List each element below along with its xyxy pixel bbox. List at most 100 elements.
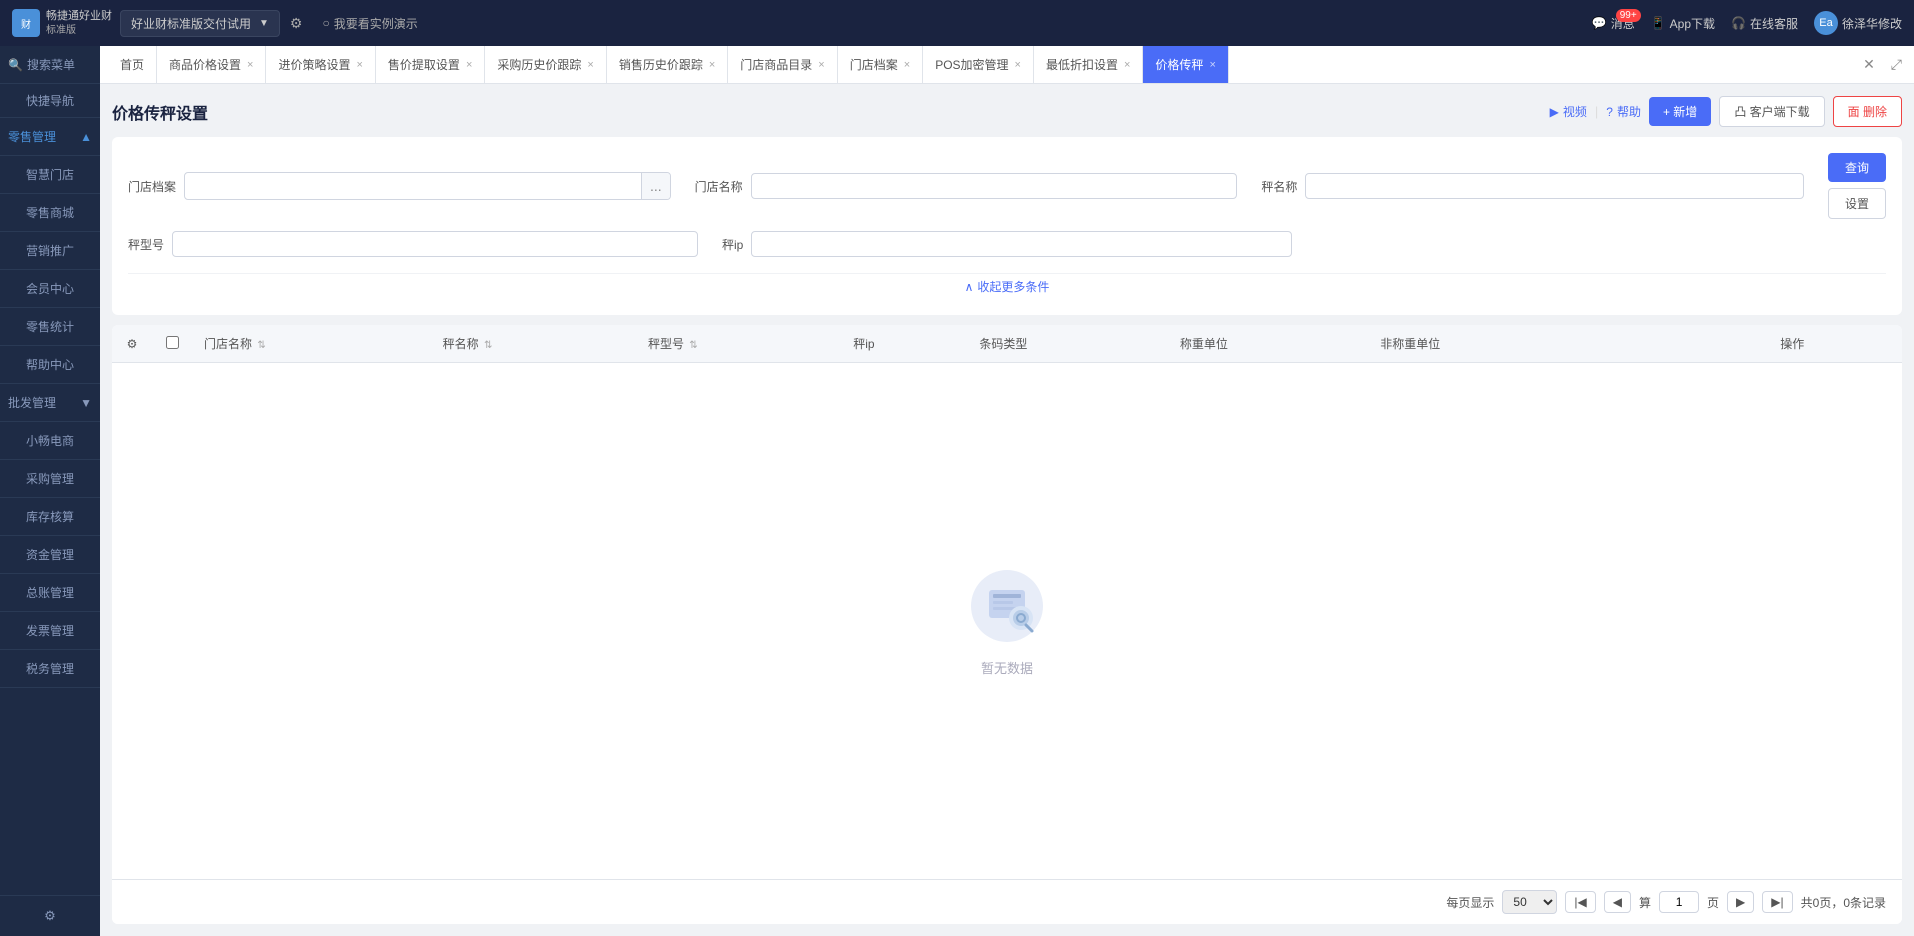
tab-store-archive[interactable]: 门店档案 × [838, 46, 923, 84]
store-archive-dots-button[interactable]: ... [641, 173, 670, 199]
sidebar-item-wholesale[interactable]: 批发管理 ▼ [0, 384, 100, 422]
store-name-field: 门店名称 [695, 173, 1238, 199]
th-checkbox [152, 325, 192, 363]
close-icon[interactable]: × [1124, 59, 1130, 71]
expand-icon: ▼ [80, 396, 92, 410]
first-page-button[interactable]: |◀ [1565, 891, 1595, 913]
sidebar-item-ecommerce[interactable]: 小畅电商 [0, 422, 100, 460]
close-icon[interactable]: × [1209, 59, 1215, 71]
user-menu-button[interactable]: Ea 徐泽华修改 [1814, 11, 1902, 35]
sidebar-item-help[interactable]: 帮助中心 [0, 346, 100, 384]
form-row-2: 秤型号 秤ip [128, 231, 1886, 257]
store-name-input[interactable] [751, 173, 1238, 199]
tab-store-catalog[interactable]: 门店商品目录 × [728, 46, 837, 84]
add-button[interactable]: + 新增 [1649, 97, 1711, 126]
set-button[interactable]: 设置 [1828, 188, 1886, 219]
sidebar-item-inventory[interactable]: 库存核算 [0, 498, 100, 536]
top-header: 财 畅捷通好业财 标准版 好业财标准版交付试用 ▼ ⚙ ○ 我要看实例演示 💬 … [0, 0, 1914, 46]
help-link[interactable]: ? 帮助 [1606, 103, 1641, 120]
th-gear: ⚙ [112, 325, 152, 363]
sidebar-item-general-ledger[interactable]: 总账管理 [0, 574, 100, 612]
sidebar: 🔍 搜索菜单 快捷导航 零售管理 ▲ 智慧门店 零售商城 营销推广 会员中心 零… [0, 46, 100, 936]
store-archive-input-group: ... [184, 172, 671, 200]
message-icon: 💬 [1592, 16, 1607, 30]
tab-purchase-history[interactable]: 采购历史价跟踪 × [485, 46, 606, 84]
video-link[interactable]: ▶ 视频 [1550, 103, 1587, 120]
sort-icon[interactable]: ⇅ [257, 340, 265, 351]
scale-ip-input[interactable] [751, 231, 1292, 257]
sidebar-item-finance[interactable]: 资金管理 [0, 536, 100, 574]
close-icon[interactable]: × [818, 59, 824, 71]
scale-name-field: 秤名称 [1261, 173, 1804, 199]
close-icon[interactable]: × [904, 59, 910, 71]
logo-icon: 财 [12, 9, 40, 37]
tab-sale-price[interactable]: 售价提取设置 × [376, 46, 485, 84]
tab-sales-history[interactable]: 销售历史价跟踪 × [607, 46, 728, 84]
pagination: 每页显示 50 100 200 |◀ ◀ 算 页 ▶ ▶| 共0页，0条记录 [112, 879, 1902, 924]
download-button[interactable]: 凸 客户端下载 [1719, 96, 1824, 127]
tab-pos-management[interactable]: POS加密管理 × [923, 46, 1034, 84]
scale-model-field: 秤型号 [128, 231, 698, 257]
th-action: 操作 [1768, 325, 1902, 363]
next-page-button[interactable]: ▶ [1727, 891, 1754, 913]
sidebar-item-smart-store[interactable]: 智慧门店 [0, 156, 100, 194]
selector-gear-button[interactable]: ⚙ [286, 11, 307, 36]
tab-home[interactable]: 首页 [108, 46, 157, 84]
table-container: ⚙ 门店名称 ⇅ 秤名称 [112, 325, 1902, 924]
sidebar-item-tax[interactable]: 税务管理 [0, 650, 100, 688]
sidebar-item-retail[interactable]: 零售管理 ▲ [0, 118, 100, 156]
message-button[interactable]: 💬 消息 99+ [1592, 15, 1635, 32]
sidebar-item-retail-stats[interactable]: 零售统计 [0, 308, 100, 346]
th-scale-model: 秤型号 ⇅ [636, 325, 841, 363]
sort-icon[interactable]: ⇅ [484, 340, 492, 351]
th-weight-unit: 称重单位 [1168, 325, 1368, 363]
logo-area: 财 畅捷通好业财 标准版 [12, 9, 112, 37]
tab-purchase-strategy[interactable]: 进价策略设置 × [266, 46, 375, 84]
sidebar-item-online-retail[interactable]: 零售商城 [0, 194, 100, 232]
sort-icon[interactable]: ⇅ [689, 340, 697, 351]
close-icon[interactable]: × [587, 59, 593, 71]
close-icon[interactable]: × [1015, 59, 1021, 71]
sidebar-settings-button[interactable]: ⚙ [0, 895, 100, 936]
demo-button[interactable]: ○ 我要看实例演示 [322, 15, 417, 32]
sidebar-quick-nav[interactable]: 快捷导航 [0, 84, 100, 118]
scale-name-input[interactable] [1305, 173, 1804, 199]
table-gear-icon[interactable]: ⚙ [127, 337, 138, 351]
expand-tab-button[interactable]: ⤢ [1887, 54, 1906, 75]
scale-model-label: 秤型号 [128, 236, 164, 253]
empty-text: 暂无数据 [981, 658, 1033, 677]
page-number-input[interactable] [1659, 891, 1699, 913]
sidebar-search[interactable]: 🔍 搜索菜单 [0, 46, 100, 84]
close-tab-button[interactable]: ✕ [1859, 54, 1879, 75]
sidebar-item-marketing[interactable]: 营销推广 [0, 232, 100, 270]
tab-min-discount[interactable]: 最低折扣设置 × [1034, 46, 1143, 84]
close-icon[interactable]: × [709, 59, 715, 71]
close-icon[interactable]: × [356, 59, 362, 71]
query-button[interactable]: 查询 [1828, 153, 1886, 182]
page-size-select[interactable]: 50 100 200 [1502, 890, 1557, 914]
select-all-checkbox[interactable] [166, 336, 179, 349]
sidebar-item-invoice[interactable]: 发票管理 [0, 612, 100, 650]
page-title: 价格传秤设置 [112, 100, 208, 124]
delete-button[interactable]: 面 删除 [1833, 96, 1902, 127]
version-selector[interactable]: 好业财标准版交付试用 ▼ [120, 10, 280, 37]
online-service-button[interactable]: 🎧 在线客服 [1731, 15, 1798, 32]
scale-name-label: 秤名称 [1261, 178, 1297, 195]
last-page-button[interactable]: ▶| [1762, 891, 1792, 913]
close-icon[interactable]: × [247, 59, 253, 71]
app-download-button[interactable]: 📱 App下载 [1651, 15, 1715, 32]
tab-commodity-price[interactable]: 商品价格设置 × [157, 46, 266, 84]
scale-ip-label: 秤ip [722, 236, 743, 253]
scale-ip-field: 秤ip [722, 231, 1292, 257]
store-archive-field: 门店档案 ... [128, 172, 671, 200]
close-icon[interactable]: × [466, 59, 472, 71]
sidebar-item-purchase[interactable]: 采购管理 [0, 460, 100, 498]
prev-page-button[interactable]: ◀ [1604, 891, 1631, 913]
app-download-icon: 📱 [1651, 16, 1666, 30]
tab-price-scale[interactable]: 价格传秤 × [1143, 46, 1228, 84]
store-archive-input[interactable] [185, 173, 641, 199]
collapse-button[interactable]: ∧ 收起更多条件 [965, 278, 1050, 295]
sidebar-item-member[interactable]: 会员中心 [0, 270, 100, 308]
scale-model-input[interactable] [172, 231, 698, 257]
top-right-area: 💬 消息 99+ 📱 App下载 🎧 在线客服 Ea 徐泽华修改 [1592, 11, 1902, 35]
